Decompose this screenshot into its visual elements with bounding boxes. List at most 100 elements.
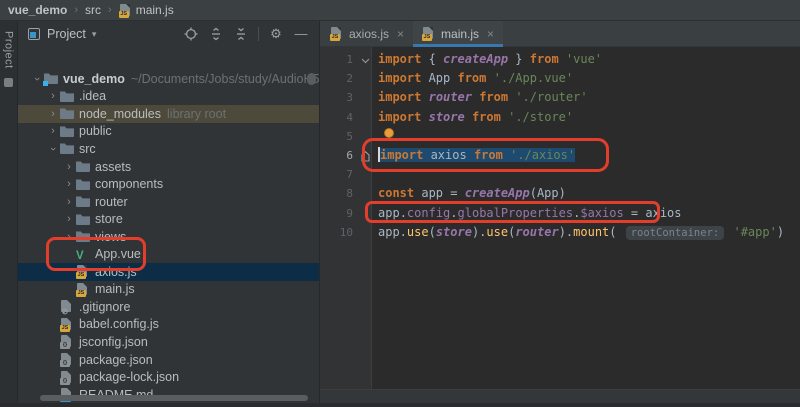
code-token: config — [406, 205, 451, 220]
tree-item-main-js[interactable]: JS main.js — [18, 281, 319, 299]
tree-horizontal-scrollbar[interactable] — [40, 395, 308, 401]
line-number[interactable]: 3 — [320, 88, 371, 107]
code-line-1: import { createApp } from 'vue' — [378, 50, 800, 69]
tree-item-icon-slot — [76, 195, 92, 208]
code-token: ). — [558, 224, 574, 239]
chevron-down-icon[interactable]: ▾ — [92, 29, 97, 40]
code-token: import — [378, 71, 422, 86]
editor-gutter[interactable]: 1 2 3 4 5 6 7 8 9 10 — [320, 47, 372, 389]
js-file-icon: JS — [76, 265, 89, 280]
code-token: axios — [423, 147, 474, 162]
tree-item--gitignore[interactable]: ⊘ .gitignore — [18, 298, 319, 316]
code-token: createApp — [464, 186, 530, 201]
code-token: import — [378, 90, 422, 105]
tree-item-node_modules[interactable]: › node_modules library root — [18, 105, 319, 123]
tree-item-vue_demo[interactable]: › vue_demo ~/Documents/Jobs/study/AudioH5/… — [18, 70, 319, 88]
code-token: ( — [609, 224, 624, 239]
code-line-2: import App from './App.vue' — [378, 69, 800, 88]
vue-file-icon: V — [76, 249, 84, 262]
tree-item--idea[interactable]: › .idea — [18, 88, 319, 106]
code-line-4: import store from './store' — [378, 108, 800, 127]
breadcrumb-label: vue_demo — [8, 3, 68, 17]
gear-icon[interactable]: ⚙ — [268, 26, 284, 42]
tree-chevron-icon[interactable]: › — [46, 125, 60, 137]
tree-item-secondary-label: ~/Documents/Jobs/study/AudioH5/vue — [130, 71, 319, 86]
tree-item-package-json[interactable]: {} package.json — [18, 351, 319, 369]
tree-item-icon-slot: V — [76, 248, 92, 262]
tree-chevron-icon[interactable]: › — [46, 108, 60, 120]
close-icon[interactable]: × — [487, 27, 494, 41]
tree-item-label: components — [95, 177, 164, 192]
fold-marker-icon[interactable] — [361, 56, 370, 65]
project-panel-title[interactable]: Project — [47, 27, 86, 41]
breadcrumb-item-vue_demo[interactable]: vue_demo — [8, 3, 67, 17]
tree-item-label: App.vue — [95, 247, 141, 262]
locate-icon[interactable] — [183, 26, 199, 42]
editor-tab-bar: JS axios.js × JS main.js × — [320, 21, 800, 47]
tree-chevron-icon[interactable]: › — [62, 161, 76, 173]
tree-chevron-icon[interactable]: › — [62, 213, 76, 225]
code-token: . — [450, 205, 458, 220]
tree-item-icon-slot — [43, 72, 60, 87]
breadcrumb-item-main-js[interactable]: JS main.js — [118, 3, 174, 18]
line-number[interactable]: 10 — [320, 223, 371, 242]
tree-item-babel-config-js[interactable]: JS babel.config.js — [18, 316, 319, 334]
tree-item-assets[interactable]: › assets — [18, 158, 319, 176]
close-icon[interactable]: × — [397, 27, 404, 41]
tree-chevron-icon[interactable]: › — [46, 90, 60, 102]
code-token: from — [529, 52, 559, 66]
tab-axios-js[interactable]: JS axios.js × — [321, 21, 413, 46]
tree-item-label: node_modules — [79, 106, 162, 121]
tree-item-public[interactable]: › public — [18, 123, 319, 141]
collapse-all-icon[interactable] — [233, 26, 249, 42]
tree-item-icon-slot — [76, 160, 92, 173]
folder-icon — [60, 142, 74, 155]
tree-item-package-lock-json[interactable]: {} package-lock.json — [18, 368, 319, 386]
code-token: App — [421, 71, 458, 86]
hide-icon[interactable]: — — [293, 26, 309, 42]
tree-item-label: assets — [95, 159, 132, 174]
tree-chevron-icon[interactable]: › — [62, 196, 76, 208]
tab-main-js[interactable]: JS main.js × — [413, 21, 504, 47]
code-line-3: import router from './router' — [378, 88, 800, 107]
tree-chevron-icon[interactable]: › — [62, 178, 76, 190]
line-number[interactable]: 8 — [320, 184, 371, 203]
tree-item-router[interactable]: › router — [18, 193, 319, 211]
tree-chevron-icon[interactable]: › — [47, 142, 59, 156]
tool-window-icon[interactable] — [4, 77, 13, 87]
selected-text: import axios from './axios' — [380, 147, 576, 162]
caret-fold-marker-icon[interactable] — [361, 151, 370, 162]
tree-item-src[interactable]: › src — [18, 140, 319, 158]
tree-item-axios-js[interactable]: JS axios.js — [18, 263, 319, 281]
folder-icon — [60, 107, 74, 120]
tree-item-views[interactable]: › views — [18, 228, 319, 246]
tree-chevron-icon[interactable]: › — [31, 72, 43, 86]
tree-item-store[interactable]: › store — [18, 210, 319, 228]
line-number[interactable]: 9 — [320, 204, 371, 223]
tree-item-label: babel.config.js — [79, 317, 159, 332]
tree-item-components[interactable]: › components — [18, 175, 319, 193]
line-number[interactable]: 2 — [320, 69, 371, 88]
code-token: import — [380, 147, 424, 162]
breadcrumb-label: src — [85, 3, 102, 17]
line-number[interactable]: 4 — [320, 108, 371, 127]
tree-vertical-scrollbar[interactable] — [307, 73, 316, 85]
project-stripe-button[interactable]: Project — [3, 31, 15, 69]
tree-item-jsconfig-json[interactable]: {} jsconfig.json — [18, 333, 319, 351]
code-token: router — [428, 90, 472, 105]
expand-all-icon[interactable] — [208, 26, 224, 42]
folder-icon — [60, 90, 74, 103]
code-token: router — [515, 224, 559, 239]
line-number[interactable]: 5 — [320, 127, 371, 146]
breadcrumb-item-src[interactable]: src — [85, 3, 101, 17]
tree-item-icon-slot — [76, 178, 92, 191]
code-token: mount — [573, 224, 610, 239]
code-editor[interactable]: 1 2 3 4 5 6 7 8 9 10 import { createApp } from 'v… — [320, 47, 800, 389]
line-number[interactable]: 7 — [320, 165, 371, 184]
tree-chevron-icon[interactable]: › — [62, 231, 76, 243]
code-token: './axios' — [510, 147, 576, 162]
tree-item-App-vue[interactable]: V App.vue — [18, 245, 319, 263]
